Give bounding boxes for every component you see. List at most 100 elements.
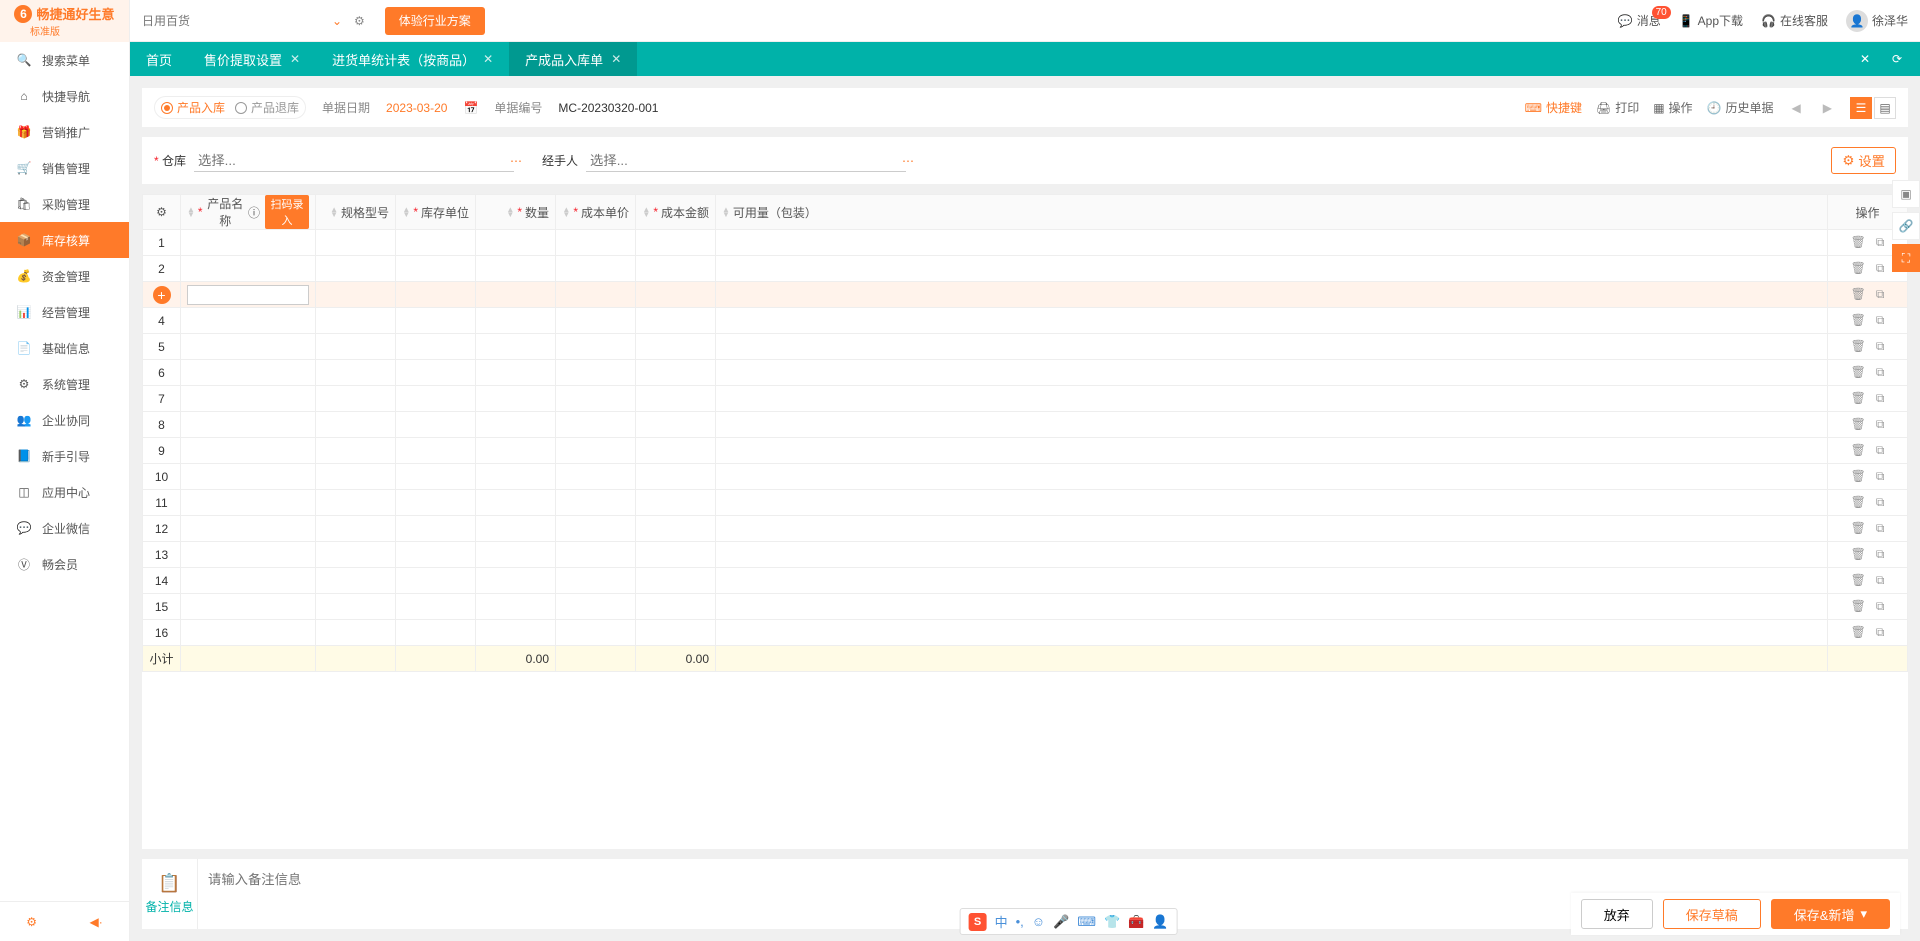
delete-row-icon[interactable]: 🗑 [1851, 339, 1866, 354]
cell-spec[interactable] [316, 594, 396, 620]
table-row[interactable]: 13 🗑 ⧉ [143, 542, 1908, 568]
th-unit[interactable]: ▲▼*库存单位 [396, 195, 476, 230]
cell-unit[interactable] [396, 334, 476, 360]
cell-qty[interactable] [476, 542, 556, 568]
cell-price[interactable] [556, 594, 636, 620]
cell-unit[interactable] [396, 308, 476, 334]
cell-amount[interactable] [636, 594, 716, 620]
cell-avail[interactable] [716, 464, 1828, 490]
table-row[interactable]: 6 🗑 ⧉ [143, 360, 1908, 386]
cell-avail[interactable] [716, 490, 1828, 516]
cell-avail[interactable] [716, 516, 1828, 542]
copy-row-icon[interactable]: ⧉ [1876, 287, 1885, 302]
close-icon[interactable]: ✕ [611, 52, 621, 66]
tab-refresh-icon[interactable]: ⟳ [1884, 46, 1910, 72]
dept-selector[interactable]: 日用百货 ⌄ [142, 12, 342, 29]
nav-item-5[interactable]: 📦库存核算 [0, 222, 129, 258]
cell-unit[interactable] [396, 360, 476, 386]
cell-qty[interactable] [476, 438, 556, 464]
settings-footer-icon[interactable]: ⚙ [26, 915, 37, 929]
cell-amount[interactable] [636, 412, 716, 438]
cell-amount[interactable] [636, 542, 716, 568]
delete-row-icon[interactable]: 🗑 [1851, 443, 1866, 458]
cell-avail[interactable] [716, 308, 1828, 334]
settings-button[interactable]: ⚙ 设置 [1831, 147, 1896, 174]
copy-row-icon[interactable]: ⧉ [1876, 521, 1885, 536]
cell-amount[interactable] [636, 386, 716, 412]
cell-name[interactable] [181, 230, 316, 256]
cell-spec[interactable] [316, 568, 396, 594]
save-draft-button[interactable]: 保存草稿 [1663, 899, 1761, 929]
table-row[interactable]: 10 🗑 ⧉ [143, 464, 1908, 490]
cell-qty[interactable] [476, 620, 556, 646]
cell-qty[interactable] [476, 308, 556, 334]
cell-spec[interactable] [316, 464, 396, 490]
delete-row-icon[interactable]: 🗑 [1851, 625, 1866, 640]
delete-row-icon[interactable]: 🗑 [1851, 417, 1866, 432]
nav-item-8[interactable]: 📄基础信息 [0, 330, 129, 366]
cell-amount[interactable] [636, 620, 716, 646]
cell-qty[interactable] [476, 360, 556, 386]
tab-close-all-icon[interactable]: ✕ [1852, 46, 1878, 72]
service-link[interactable]: 🎧 在线客服 [1761, 12, 1828, 29]
calendar-icon[interactable]: 📅 [463, 101, 478, 115]
cell-price[interactable] [556, 464, 636, 490]
cell-spec[interactable] [316, 256, 396, 282]
table-row[interactable]: 9 🗑 ⧉ [143, 438, 1908, 464]
cell-name[interactable] [181, 464, 316, 490]
cell-name[interactable] [181, 620, 316, 646]
cell-avail[interactable] [716, 594, 1828, 620]
table-row[interactable]: 5 🗑 ⧉ [143, 334, 1908, 360]
nav-item-2[interactable]: 🎁营销推广 [0, 114, 129, 150]
cell-spec[interactable] [316, 542, 396, 568]
cell-spec[interactable] [316, 438, 396, 464]
th-gear[interactable]: ⚙ [143, 195, 181, 230]
ime-lang[interactable]: 中 [995, 912, 1008, 931]
warehouse-more-icon[interactable]: ⋯ [510, 154, 522, 168]
cell-unit[interactable] [396, 230, 476, 256]
cell-unit[interactable] [396, 568, 476, 594]
cell-amount[interactable] [636, 464, 716, 490]
print-link[interactable]: 🖨 打印 [1596, 99, 1639, 116]
table-row[interactable]: 1 🗑 ⧉ [143, 230, 1908, 256]
cell-price[interactable] [556, 542, 636, 568]
th-product-name[interactable]: ▲▼ *产品名称ⓘ 扫码录入 [181, 195, 316, 230]
copy-row-icon[interactable]: ⧉ [1876, 261, 1885, 276]
handler-input[interactable] [586, 150, 906, 172]
cell-price[interactable] [556, 386, 636, 412]
experience-button[interactable]: 体验行业方案 [385, 7, 485, 35]
cell-name[interactable] [181, 256, 316, 282]
messages-link[interactable]: 💬 消息 70 [1618, 12, 1661, 29]
cell-unit[interactable] [396, 438, 476, 464]
cell-price[interactable] [556, 490, 636, 516]
cell-unit[interactable] [396, 620, 476, 646]
view-card-icon[interactable]: ▤ [1874, 97, 1896, 119]
delete-row-icon[interactable]: 🗑 [1851, 521, 1866, 536]
ime-emoji-icon[interactable]: ☺ [1032, 914, 1045, 929]
table-row[interactable]: 12 🗑 ⧉ [143, 516, 1908, 542]
product-name-input[interactable] [187, 285, 309, 305]
nav-item-0[interactable]: 🔍搜索菜单 [0, 42, 129, 78]
cell-name[interactable] [181, 516, 316, 542]
delete-row-icon[interactable]: 🗑 [1851, 235, 1866, 250]
delete-row-icon[interactable]: 🗑 [1851, 365, 1866, 380]
cell-name[interactable] [181, 412, 316, 438]
gear-icon[interactable]: ⚙ [354, 14, 365, 28]
side-tool-link-icon[interactable]: 🔗 [1892, 212, 1920, 240]
cell-avail[interactable] [716, 256, 1828, 282]
side-tool-expand-icon[interactable]: ⛶ [1892, 244, 1920, 272]
save-new-button[interactable]: 保存&新增 ▾ [1771, 899, 1890, 929]
cell-avail[interactable] [716, 412, 1828, 438]
ime-keyboard-icon[interactable]: ⌨ [1077, 914, 1096, 930]
warehouse-input[interactable] [194, 150, 514, 172]
cell-amount[interactable] [636, 568, 716, 594]
copy-row-icon[interactable]: ⧉ [1876, 313, 1885, 328]
cell-spec[interactable] [316, 360, 396, 386]
cell-name[interactable] [181, 542, 316, 568]
table-row[interactable]: 16 🗑 ⧉ [143, 620, 1908, 646]
copy-row-icon[interactable]: ⧉ [1876, 625, 1885, 640]
table-row[interactable]: 11 🗑 ⧉ [143, 490, 1908, 516]
next-doc-icon[interactable]: ▶ [1819, 101, 1836, 115]
cell-spec[interactable] [316, 412, 396, 438]
cell-spec[interactable] [316, 230, 396, 256]
